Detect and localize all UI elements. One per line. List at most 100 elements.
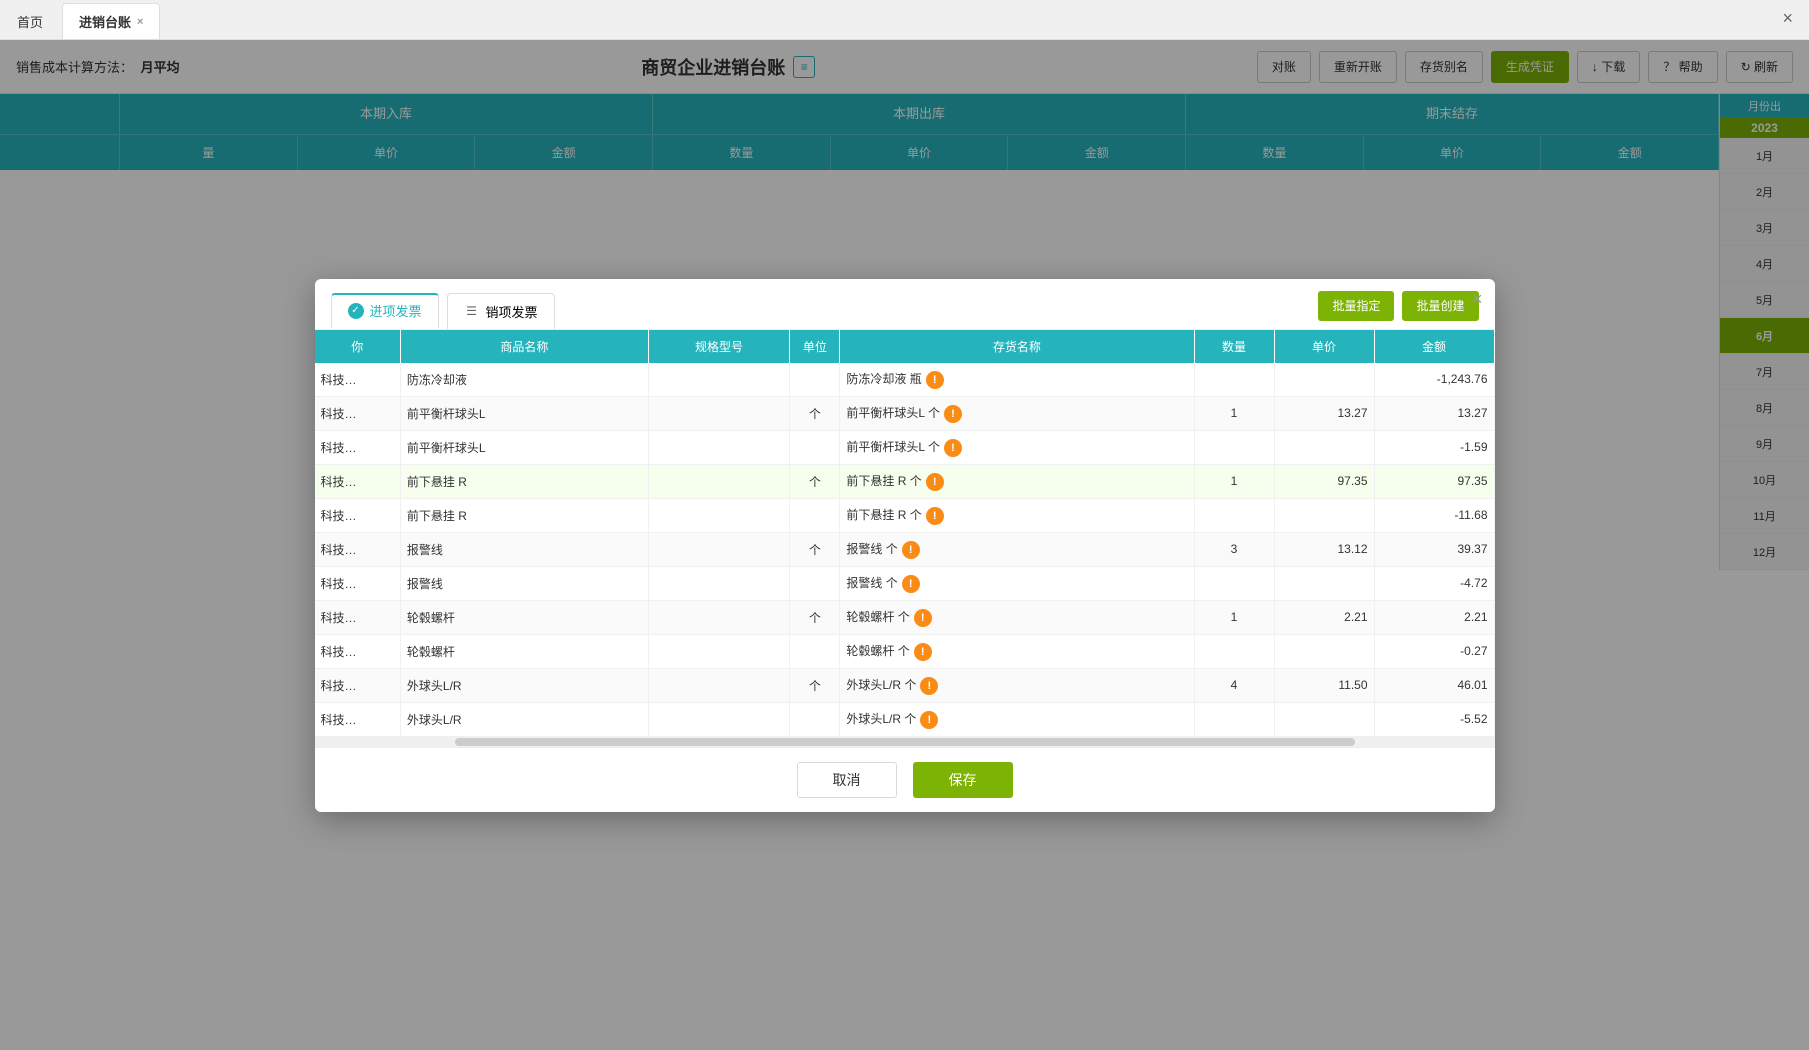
table-cell-3: 个	[790, 532, 840, 566]
table-cell-0: 科技…	[315, 600, 401, 634]
th-inventory-name: 存货名称	[840, 330, 1194, 363]
table-cell-5: 4	[1194, 668, 1274, 702]
modal-tab-purchase[interactable]: ✓ 进项发票	[331, 293, 439, 329]
warning-icon[interactable]: !	[926, 371, 944, 389]
table-row[interactable]: 科技…轮毂螺杆轮毂螺杆 个!-0.27	[315, 634, 1495, 668]
table-cell-6	[1274, 430, 1374, 464]
tab-home-label: 首页	[17, 12, 43, 31]
table-cell-3: 个	[790, 396, 840, 430]
table-cell-1: 前下悬挂 R	[400, 498, 648, 532]
warning-icon[interactable]: !	[944, 439, 962, 457]
table-row[interactable]: 科技…外球头L/R外球头L/R 个!-5.52	[315, 702, 1495, 736]
table-row[interactable]: 科技…前平衡杆球头L前平衡杆球头L 个!-1.59	[315, 430, 1495, 464]
table-row[interactable]: 科技…报警线个报警线 个!313.1239.37	[315, 532, 1495, 566]
modal-scrollbar[interactable]	[315, 737, 1495, 747]
inventory-name-cell: 报警线 个!	[840, 566, 1194, 600]
table-cell-6: 97.35	[1274, 464, 1374, 498]
table-cell-3: 个	[790, 464, 840, 498]
modal-overlay: ✓ 进项发票 ☰ 销项发票 批量指定 批量创建 ×	[0, 40, 1809, 1050]
tab-home[interactable]: 首页	[0, 3, 60, 39]
warning-icon[interactable]: !	[926, 507, 944, 525]
purchase-tab-icon: ✓	[348, 303, 364, 319]
warning-icon[interactable]: !	[902, 575, 920, 593]
table-cell-6: 13.12	[1274, 532, 1374, 566]
table-cell-5: 1	[1194, 600, 1274, 634]
table-cell-5: 1	[1194, 464, 1274, 498]
table-row[interactable]: 科技…前平衡杆球头L个前平衡杆球头L 个!113.2713.27	[315, 396, 1495, 430]
warning-icon[interactable]: !	[914, 643, 932, 661]
th-unit: 单位	[790, 330, 840, 363]
table-cell-7: 2.21	[1374, 600, 1494, 634]
batch-assign-button[interactable]: 批量指定	[1318, 291, 1394, 321]
app-container: 首页 进销台账 × × 销售成本计算方法： 月平均 商贸企业进销台账 ≡ 对账 …	[0, 0, 1809, 1050]
table-row[interactable]: 科技…防冻冷却液 防冻冷却液 瓶! -1,243.76	[315, 363, 1495, 397]
save-button[interactable]: 保存	[913, 762, 1013, 798]
modal-table: 你 商品名称 规格型号 单位 存货名称 数量 单价 金额 科技…防冻冷	[315, 330, 1495, 737]
table-cell-7: -5.52	[1374, 702, 1494, 736]
tab-ledger[interactable]: 进销台账 ×	[62, 3, 160, 39]
modal-tab-sale[interactable]: ☰ 销项发票	[447, 293, 555, 329]
table-cell-1: 防冻冷却液	[400, 363, 648, 397]
th-spec: 规格型号	[648, 330, 790, 363]
modal-header-actions: 批量指定 批量创建	[1318, 291, 1478, 329]
table-cell-7: -11.68	[1374, 498, 1494, 532]
window-close-button[interactable]: ×	[1782, 8, 1793, 29]
warning-icon[interactable]: !	[920, 711, 938, 729]
table-cell-0: 科技…	[315, 702, 401, 736]
table-cell-1: 报警线	[400, 532, 648, 566]
tab-close-icon[interactable]: ×	[137, 16, 143, 28]
inventory-name-cell: 外球头L/R 个!	[840, 668, 1194, 702]
warning-icon[interactable]: !	[902, 541, 920, 559]
table-cell-3	[790, 430, 840, 464]
warning-icon[interactable]: !	[920, 677, 938, 695]
cancel-button[interactable]: 取消	[797, 762, 897, 798]
table-cell-5: 3	[1194, 532, 1274, 566]
table-cell-2	[648, 363, 790, 397]
table-cell-2	[648, 396, 790, 430]
inventory-name-cell: 前平衡杆球头L 个!	[840, 396, 1194, 430]
purchase-tab-label: 进项发票	[370, 301, 422, 320]
table-cell-5	[1194, 430, 1274, 464]
th-qty: 数量	[1194, 330, 1274, 363]
table-row[interactable]: 科技…外球头L/R个外球头L/R 个!411.5046.01	[315, 668, 1495, 702]
table-cell-3	[790, 634, 840, 668]
modal-table-container[interactable]: 你 商品名称 规格型号 单位 存货名称 数量 单价 金额 科技…防冻冷	[315, 330, 1495, 737]
table-cell-6	[1274, 498, 1374, 532]
table-cell-6	[1274, 363, 1374, 397]
table-cell-6	[1274, 566, 1374, 600]
warning-icon[interactable]: !	[926, 473, 944, 491]
table-cell-5	[1194, 702, 1274, 736]
th-amount: 金额	[1374, 330, 1494, 363]
table-row[interactable]: 科技…前下悬挂 R前下悬挂 R 个!-11.68	[315, 498, 1495, 532]
table-cell-7: -4.72	[1374, 566, 1494, 600]
table-cell-7: -1,243.76	[1374, 363, 1494, 397]
inventory-name-cell: 轮毂螺杆 个!	[840, 600, 1194, 634]
table-cell-1: 报警线	[400, 566, 648, 600]
table-cell-7: 39.37	[1374, 532, 1494, 566]
table-cell-5	[1194, 498, 1274, 532]
table-cell-0: 科技…	[315, 498, 401, 532]
table-row[interactable]: 科技…报警线 报警线 个! -4.72	[315, 566, 1495, 600]
table-cell-2	[648, 600, 790, 634]
table-cell-1: 前平衡杆球头L	[400, 396, 648, 430]
warning-icon[interactable]: !	[944, 405, 962, 423]
table-cell-7: -1.59	[1374, 430, 1494, 464]
table-cell-2	[648, 634, 790, 668]
modal-footer: 取消 保存	[315, 747, 1495, 812]
warning-icon[interactable]: !	[914, 609, 932, 627]
table-cell-0: 科技…	[315, 363, 401, 397]
table-cell-2	[648, 430, 790, 464]
table-cell-2	[648, 702, 790, 736]
table-cell-7: -0.27	[1374, 634, 1494, 668]
table-cell-3: 个	[790, 668, 840, 702]
table-cell-5	[1194, 363, 1274, 397]
modal-close-button[interactable]: ×	[1472, 289, 1483, 310]
table-cell-0: 科技…	[315, 464, 401, 498]
table-row[interactable]: 科技…前下悬挂 R个前下悬挂 R 个!197.3597.35	[315, 464, 1495, 498]
table-cell-3	[790, 566, 840, 600]
batch-create-button[interactable]: 批量创建	[1402, 291, 1478, 321]
table-row[interactable]: 科技…轮毂螺杆个轮毂螺杆 个!12.212.21	[315, 600, 1495, 634]
table-cell-6	[1274, 634, 1374, 668]
table-cell-0: 科技…	[315, 566, 401, 600]
inventory-name-cell: 防冻冷却液 瓶!	[840, 363, 1194, 397]
